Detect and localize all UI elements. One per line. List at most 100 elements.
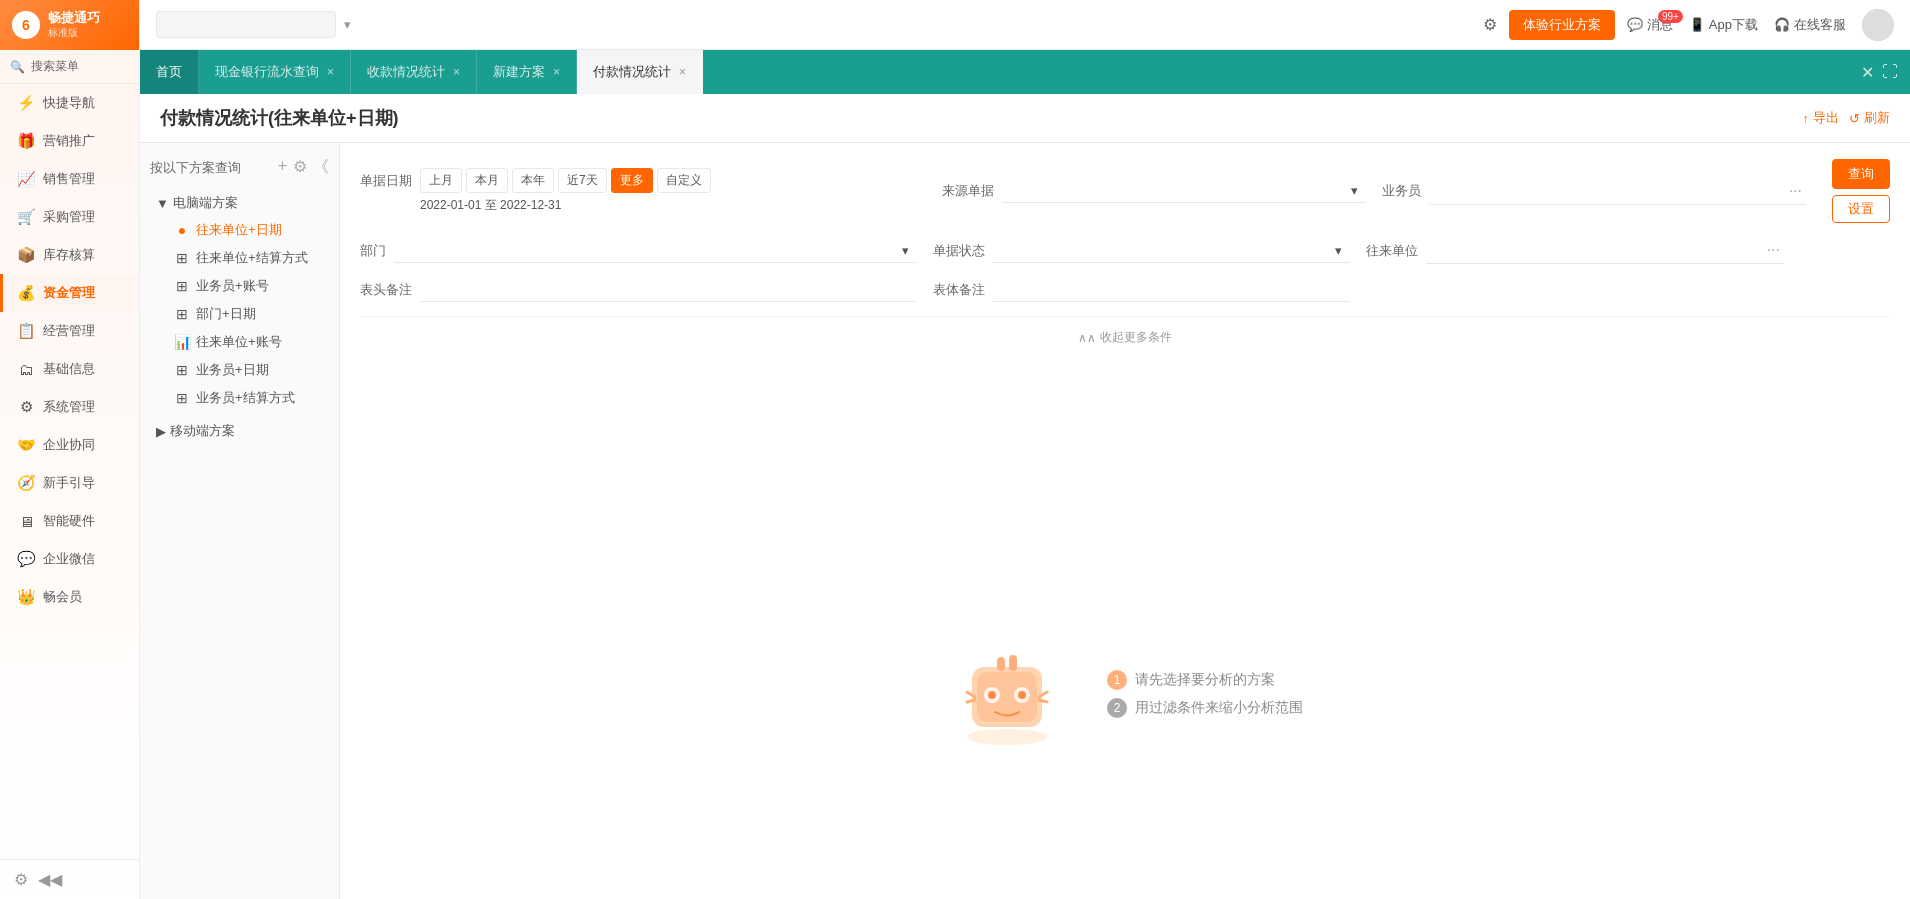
table-body-note-input[interactable] [993, 278, 1351, 302]
chevron-down-icon: ▼ [156, 196, 169, 211]
sidebar-item-basic[interactable]: 🗂 基础信息 [0, 350, 139, 388]
collapse-sidebar-btn[interactable]: ◀◀ [38, 870, 62, 889]
tabbar-spacer [703, 50, 1849, 94]
app-logo-text: 畅捷通巧 标准版 [48, 10, 100, 40]
staff-label: 业务员 [1382, 182, 1421, 200]
tab-payment-stat-close[interactable]: × [679, 65, 686, 79]
tab-payment-stat[interactable]: 付款情况统计 × [577, 50, 703, 94]
sidebar-item-wechat[interactable]: 💬 企业微信 [0, 540, 139, 578]
sidebar-item-guide[interactable]: 🧭 新手引导 [0, 464, 139, 502]
tab-bank-close[interactable]: × [327, 65, 334, 79]
online-service-btn[interactable]: 🎧 在线客服 [1774, 16, 1846, 34]
collapse-filters-btn[interactable]: ∧∧ 收起更多条件 [1066, 323, 1184, 352]
user-avatar[interactable] [1862, 9, 1894, 41]
table-body-note-label: 表体备注 [933, 281, 985, 299]
date-btn-this-month[interactable]: 本月 [466, 168, 508, 193]
app-download-btn[interactable]: 📱 App下载 [1689, 16, 1758, 34]
sidebar-item-fund[interactable]: 💰 资金管理 [0, 274, 139, 312]
table-header-note-input[interactable] [420, 278, 917, 302]
page-actions: ↑ 导出 ↺ 刷新 [1803, 109, 1891, 127]
tabbar-controls: ✕ ⛶ [1849, 50, 1910, 94]
svg-point-1 [967, 729, 1047, 745]
source-select[interactable]: ▾ [1002, 179, 1366, 203]
sidebar-item-marketing[interactable]: 🎁 营销推广 [0, 122, 139, 160]
collab-icon: 🤝 [17, 436, 35, 454]
sidebar-item-fund-label: 资金管理 [43, 284, 95, 302]
scheme-item-staff-date[interactable]: ⊞ 业务员+日期 [166, 356, 329, 384]
address-bar[interactable] [156, 11, 336, 38]
fund-icon: 💰 [17, 284, 35, 302]
date-quick-btns: 上月 本月 本年 近7天 更多 自定义 [420, 168, 711, 193]
maximize-btn[interactable]: ⛶ [1882, 63, 1898, 81]
svg-point-7 [1018, 691, 1026, 699]
source-label: 来源单据 [942, 182, 994, 200]
sidebar-item-inventory[interactable]: 📦 库存核算 [0, 236, 139, 274]
refresh-btn[interactable]: ↺ 刷新 [1849, 109, 1890, 127]
tab-receipts-close[interactable]: × [453, 65, 460, 79]
date-btn-last-month[interactable]: 上月 [420, 168, 462, 193]
scheme-item-unit-account[interactable]: 📊 往来单位+账号 [166, 328, 329, 356]
scheme-item-unit-settle[interactable]: ⊞ 往来单位+结算方式 [166, 244, 329, 272]
settings-btn[interactable]: 设置 [1832, 195, 1890, 223]
sidebar-item-purchase[interactable]: 🛒 采购管理 [0, 198, 139, 236]
sidebar-item-sales[interactable]: 📈 销售管理 [0, 160, 139, 198]
empty-illustration [947, 637, 1067, 760]
sidebar-item-membership[interactable]: 👑 畅会员 [0, 578, 139, 616]
notifications-btn[interactable]: 💬 消息 99+ [1627, 16, 1673, 34]
tab-home[interactable]: 首页 [140, 50, 199, 94]
sidebar-item-collab[interactable]: 🤝 企业协同 [0, 426, 139, 464]
scheme-item-label-staff-date: 业务员+日期 [196, 361, 269, 379]
purchase-icon: 🛒 [17, 208, 35, 226]
sidebar-item-system[interactable]: ⚙ 系统管理 [0, 388, 139, 426]
scheme-item-staff-settle[interactable]: ⊞ 业务员+结算方式 [166, 384, 329, 412]
tab-new-plan-close[interactable]: × [553, 65, 560, 79]
scheme-group-mobile-title[interactable]: ▶ 移动端方案 [150, 418, 329, 444]
scheme-item-dept-date[interactable]: ⊞ 部门+日期 [166, 300, 329, 328]
date-field-label: 单据日期 [360, 172, 412, 190]
sidebar-nav: ⚡ 快捷导航 🎁 营销推广 📈 销售管理 🛒 采购管理 📦 库存核算 💰 资金管… [0, 84, 139, 859]
page-title: 付款情况统计(往来单位+日期) [160, 106, 399, 130]
app-edition: 标准版 [48, 26, 100, 40]
dept-label: 部门 [360, 242, 386, 260]
hint-num-1: 1 [1107, 670, 1127, 690]
svg-rect-9 [1009, 655, 1017, 671]
scheme-item-staff-account[interactable]: ⊞ 业务员+账号 [166, 272, 329, 300]
tab-receipts[interactable]: 收款情况统计 × [351, 50, 477, 94]
empty-content: 1 请先选择要分析的方案 2 用过滤条件来缩小分析范围 [947, 637, 1303, 760]
close-all-tabs-btn[interactable]: ✕ [1861, 63, 1874, 82]
trial-industry-btn[interactable]: 体验行业方案 [1509, 10, 1615, 40]
scheme-settings-btn[interactable]: ⚙ [293, 157, 307, 178]
scheme-item-unit-date[interactable]: ● 往来单位+日期 [166, 216, 329, 244]
scheme-add-btn[interactable]: + [278, 157, 287, 178]
scheme-panel-header: 按以下方案查询 + ⚙ 《 [150, 153, 329, 182]
date-btn-7days[interactable]: 近7天 [558, 168, 607, 193]
search-menu-item[interactable]: 🔍 搜索菜单 [0, 50, 139, 84]
scheme-group-mobile-label: 移动端方案 [170, 422, 235, 440]
tab-new-plan[interactable]: 新建方案 × [477, 50, 577, 94]
dept-select[interactable]: ▾ [394, 239, 917, 263]
unit-more-btn[interactable]: ··· [1763, 241, 1784, 259]
empty-hints: 1 请先选择要分析的方案 2 用过滤条件来缩小分析范围 [1107, 670, 1303, 726]
export-btn[interactable]: ↑ 导出 [1803, 109, 1840, 127]
sidebar-item-hardware[interactable]: 🖥 智能硬件 [0, 502, 139, 540]
date-btn-this-year[interactable]: 本年 [512, 168, 554, 193]
scheme-group-desktop-title[interactable]: ▼ 电脑端方案 [150, 190, 329, 216]
tabbar: 首页 现金银行流水查询 × 收款情况统计 × 新建方案 × 付款情况统计 × ✕… [140, 50, 1910, 94]
date-btn-custom[interactable]: 自定义 [657, 168, 711, 193]
query-btn[interactable]: 查询 [1832, 159, 1890, 189]
settings-footer-btn[interactable]: ⚙ [14, 870, 28, 889]
sales-icon: 📈 [17, 170, 35, 188]
tab-bank[interactable]: 现金银行流水查询 × [199, 50, 351, 94]
sidebar-item-ops[interactable]: 📋 经营管理 [0, 312, 139, 350]
settings-gear-icon[interactable]: ⚙ [1483, 15, 1497, 34]
scheme-item-icon-3: ⊞ [174, 306, 190, 322]
scheme-collapse-btn[interactable]: 《 [313, 157, 329, 178]
sidebar-item-quick-nav[interactable]: ⚡ 快捷导航 [0, 84, 139, 122]
source-field: 来源单据 ▾ [942, 179, 1366, 203]
sidebar-item-membership-label: 畅会员 [43, 588, 82, 606]
staff-more-btn[interactable]: ··· [1785, 182, 1806, 200]
address-dropdown-btn[interactable]: ▾ [344, 17, 351, 32]
tab-bank-label: 现金银行流水查询 [215, 63, 319, 81]
date-btn-more[interactable]: 更多 [611, 168, 653, 193]
doc-status-select[interactable]: ▾ [993, 239, 1351, 263]
